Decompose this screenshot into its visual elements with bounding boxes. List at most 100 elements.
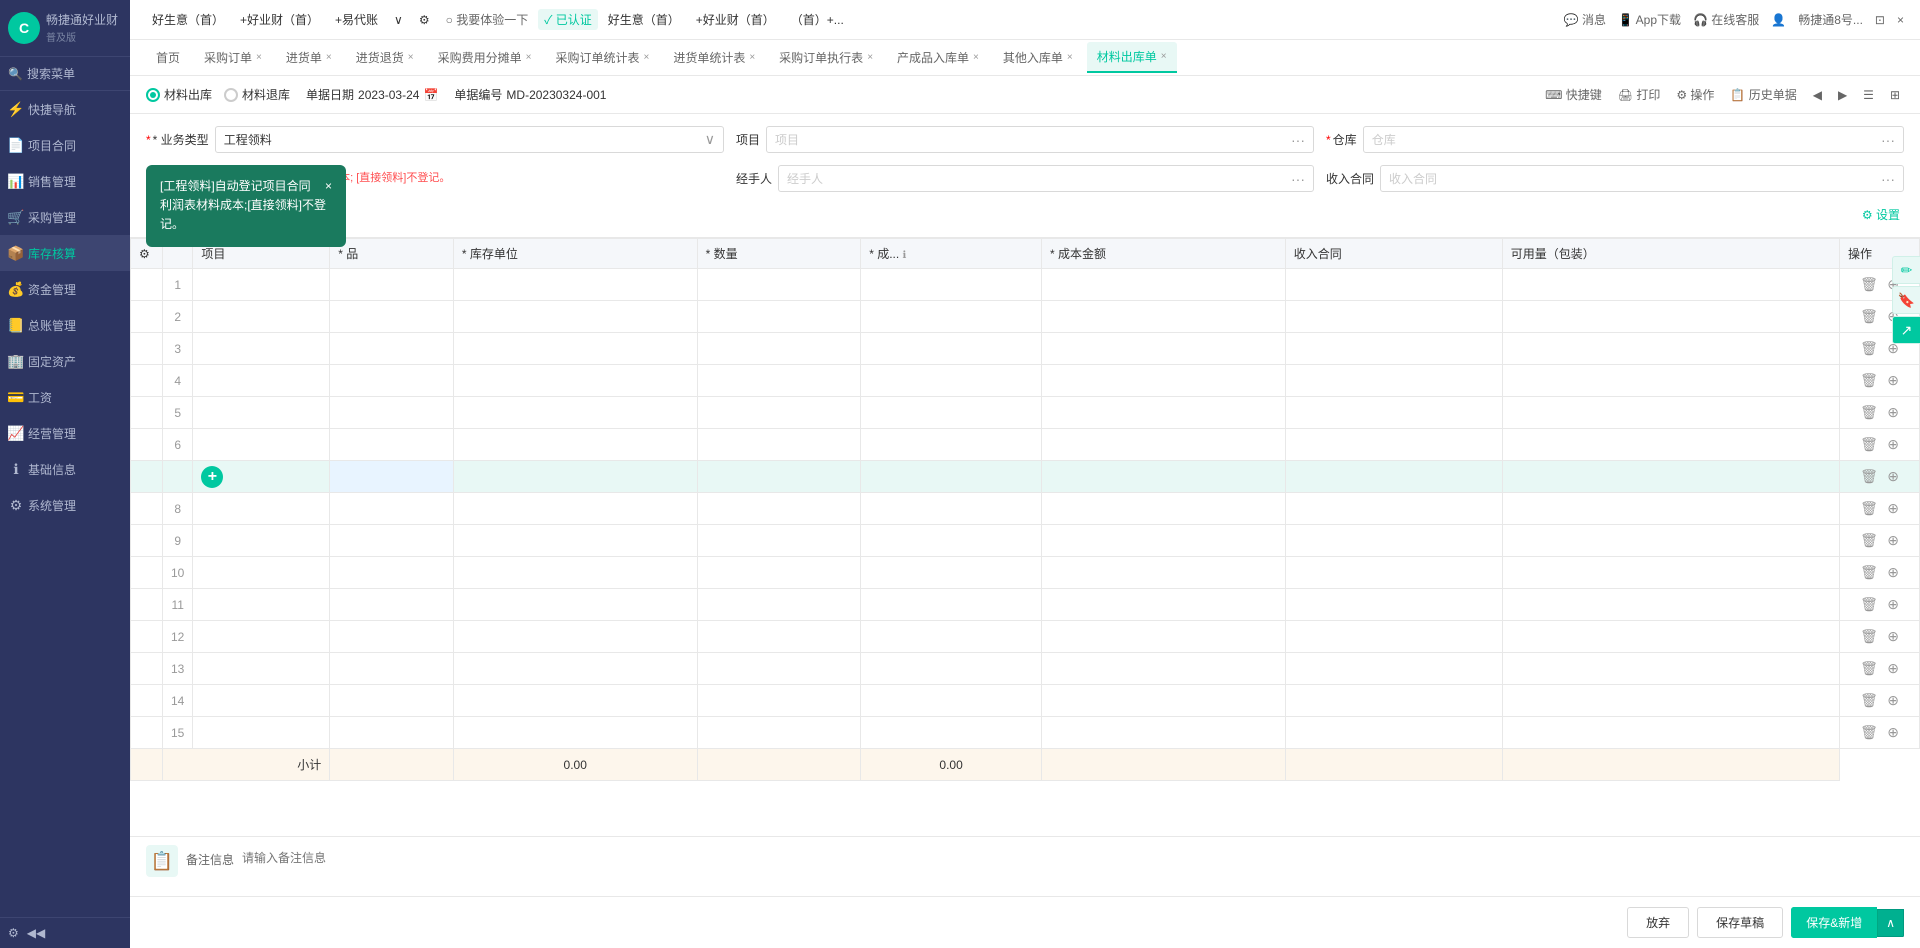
cell-income-contract[interactable] [1285,269,1502,301]
warehouse-dots[interactable]: ··· [1881,132,1895,148]
topbar-nav-haoshengyi[interactable]: 好生意（首） [146,7,230,32]
cell-cost[interactable] [861,429,1042,461]
sidebar-item-[interactable]: 📄项目合同 [0,127,130,163]
cell-unit[interactable] [453,525,697,557]
cell-cost[interactable] [861,461,1042,493]
nav-prev-btn[interactable]: ◀ [1809,86,1826,104]
cell-quantity[interactable] [697,269,861,301]
topbar-app-download[interactable]: 📱 App下载 [1618,11,1681,28]
cell-project[interactable] [193,717,330,749]
delete-row-btn[interactable]: 🗑 [1857,628,1881,644]
tab-close-icon[interactable]: × [408,52,414,63]
cell-project[interactable] [193,621,330,653]
cell-unit[interactable] [453,461,697,493]
delete-row-btn[interactable]: 🗑 [1857,692,1881,708]
cell-income-contract[interactable] [1285,621,1502,653]
tab-[interactable]: 产成品入库单 × [887,43,989,72]
cell-product[interactable] [330,301,454,333]
col-header-cost-amount[interactable]: * 成本金额 [1041,239,1285,269]
cell-cost[interactable] [861,269,1042,301]
cell-available[interactable] [1502,461,1839,493]
copy-row-btn[interactable]: ⊕ [1884,468,1902,484]
cell-cost[interactable] [861,557,1042,589]
print-btn[interactable]: 🖨 打印 [1614,84,1665,105]
cell-cost[interactable] [861,685,1042,717]
col-header-quantity[interactable]: * 数量 [697,239,861,269]
delete-row-btn[interactable]: 🗑 [1857,532,1881,548]
settings-icon[interactable]: ⚙ [8,926,19,940]
cell-available[interactable] [1502,365,1839,397]
delete-row-btn[interactable]: 🗑 [1857,724,1881,740]
sidebar-item-[interactable]: 💰资金管理 [0,271,130,307]
cell-available[interactable] [1502,525,1839,557]
cell-product[interactable] [330,557,454,589]
cell-available[interactable] [1502,717,1839,749]
copy-row-btn[interactable]: ⊕ [1884,532,1902,548]
delete-row-btn[interactable]: 🗑 [1857,596,1881,612]
handler-dots[interactable]: ··· [1291,171,1305,187]
topbar-trial[interactable]: ○ 我要体验一下 [440,7,535,32]
cell-quantity[interactable] [697,621,861,653]
cell-product[interactable] [330,685,454,717]
window-close[interactable]: × [1897,13,1904,27]
cell-income-contract[interactable] [1285,589,1502,621]
cell-project[interactable] [193,525,330,557]
cell-available[interactable] [1502,557,1839,589]
cell-project[interactable] [193,301,330,333]
cell-product[interactable] [330,621,454,653]
cell-quantity[interactable] [697,653,861,685]
delete-row-btn[interactable]: 🗑 [1857,340,1881,356]
cell-income-contract[interactable] [1285,461,1502,493]
right-tool-export[interactable]: ↗ [1892,316,1920,344]
cell-quantity[interactable] [697,685,861,717]
copy-row-btn[interactable]: ⊕ [1884,500,1902,516]
cell-unit[interactable] [453,365,697,397]
right-tool-edit[interactable]: ✏ [1892,256,1920,284]
cell-income-contract[interactable] [1285,429,1502,461]
discard-button[interactable]: 放弃 [1627,907,1689,938]
tab-[interactable]: 采购订单统计表 × [545,43,659,72]
cell-income-contract[interactable] [1285,653,1502,685]
sidebar-item-[interactable]: 📊销售管理 [0,163,130,199]
cell-product[interactable] [330,397,454,429]
copy-row-btn[interactable]: ⊕ [1884,404,1902,420]
copy-row-btn[interactable]: ⊕ [1884,660,1902,676]
cell-project[interactable] [193,397,330,429]
cell-cost[interactable] [861,365,1042,397]
tab-close-icon[interactable]: × [1067,52,1073,63]
cell-available[interactable] [1502,429,1839,461]
cell-cost[interactable] [861,493,1042,525]
cell-available[interactable] [1502,301,1839,333]
add-row-btn[interactable]: + [201,466,223,488]
cell-income-contract[interactable] [1285,525,1502,557]
topbar-messages[interactable]: 💬 消息 [1564,11,1606,28]
topbar-user-avatar[interactable]: 👤 [1771,13,1786,27]
cell-unit[interactable] [453,333,697,365]
view-grid-btn[interactable]: ⊞ [1886,86,1904,104]
cell-available[interactable] [1502,589,1839,621]
cell-income-contract[interactable] [1285,717,1502,749]
sidebar-search[interactable]: 🔍 搜索菜单 [0,57,130,91]
save-new-button[interactable]: 保存&新增 [1791,907,1877,938]
save-new-arrow-button[interactable]: ∧ [1877,909,1904,937]
sidebar-item-[interactable]: ⚡快捷导航 [0,91,130,127]
cell-cost[interactable] [861,653,1042,685]
cell-quantity[interactable] [697,461,861,493]
tab-close-icon[interactable]: × [973,52,979,63]
cell-cost-amount[interactable] [1041,493,1285,525]
cell-project[interactable] [193,653,330,685]
cell-cost-amount[interactable] [1041,589,1285,621]
cell-product[interactable] [330,269,454,301]
cell-available[interactable] [1502,333,1839,365]
cell-cost[interactable] [861,717,1042,749]
collapse-icon[interactable]: ◀◀ [27,926,45,940]
topbar-settings-icon[interactable]: ⚙ [413,9,436,31]
save-draft-button[interactable]: 保存草稿 [1697,907,1783,938]
cell-quantity[interactable] [697,493,861,525]
cell-project[interactable] [193,269,330,301]
tab-close-icon[interactable]: × [326,52,332,63]
cell-cost-amount[interactable] [1041,717,1285,749]
cell-quantity[interactable] [697,429,861,461]
delete-row-btn[interactable]: 🗑 [1857,308,1881,324]
cell-available[interactable] [1502,493,1839,525]
